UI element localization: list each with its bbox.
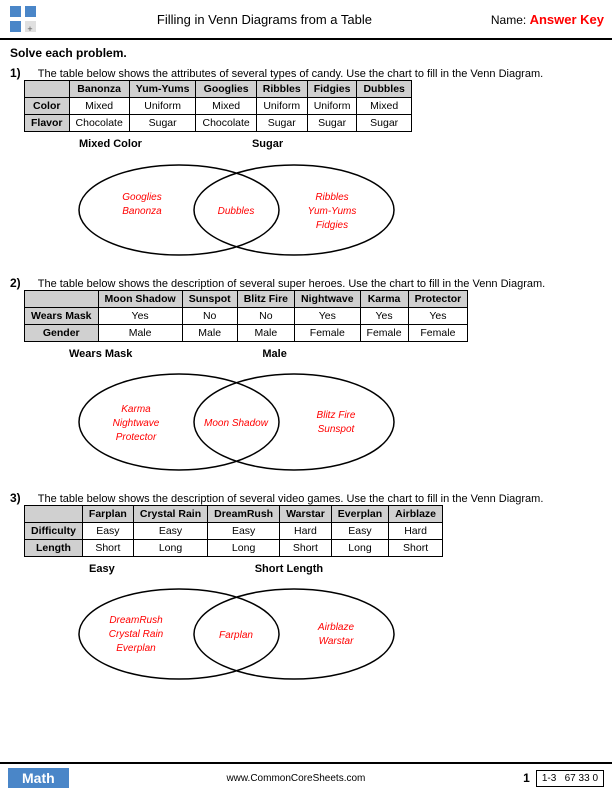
venn-1-svg: Googlies Banonza Dubbles Ribbles Yum-Yum… xyxy=(24,152,454,262)
venn-3-right-item-1: Airblaze xyxy=(317,622,355,633)
problem-1-text: The table below shows the attributes of … xyxy=(38,68,543,80)
problem-1: 1) The table below shows the attributes … xyxy=(10,66,602,262)
col-protector: Protector xyxy=(408,291,468,308)
problem-3-text: The table below shows the description of… xyxy=(38,493,544,505)
svg-text:+: + xyxy=(27,24,32,34)
col-header3 xyxy=(25,506,83,523)
row-difficulty: Difficulty xyxy=(25,523,83,540)
venn-1-center-item-1: Dubbles xyxy=(218,206,255,217)
venn-1-left-item-2: Banonza xyxy=(122,206,162,217)
problem-3: 3) The table below shows the description… xyxy=(10,491,602,687)
col-sunspot: Sunspot xyxy=(182,291,237,308)
col-everplan: Everplan xyxy=(331,506,388,523)
venn-3-svg: DreamRush Crystal Rain Everplan Farplan … xyxy=(24,577,454,687)
col-blitzfire: Blitz Fire xyxy=(237,291,294,308)
problem-2-num: 2) xyxy=(10,276,21,290)
answer-key: Answer Key xyxy=(530,12,604,27)
venn-2-left-item-2: Nightwave xyxy=(113,418,160,429)
venn-2: Wears Mask Male Karma Nightwave Protecto… xyxy=(24,348,602,477)
col-ribbles: Ribbles xyxy=(256,81,307,98)
venn-2-center-item-1: Moon Shadow xyxy=(204,418,269,429)
solve-label: Solve each problem. xyxy=(10,46,602,60)
name-label: Name: Answer Key xyxy=(491,12,604,27)
col-airblaze: Airblaze xyxy=(389,506,443,523)
header-logo: + xyxy=(8,4,38,34)
venn-3-left-label: Easy xyxy=(89,563,115,575)
footer: Math www.CommonCoreSheets.com 1 1-3 67 3… xyxy=(0,762,612,792)
problem-2: 2) The table below shows the description… xyxy=(10,276,602,477)
venn-1-labels: Mixed Color Sugar xyxy=(24,138,602,150)
footer-math-label: Math xyxy=(8,768,69,788)
venn-1-left-item-1: Googlies xyxy=(122,192,161,203)
row-wearsmask: Wears Mask xyxy=(25,308,99,325)
problem-1-num: 1) xyxy=(10,66,21,80)
footer-right: 1 1-3 67 33 0 xyxy=(523,770,604,787)
venn-2-right-item-2: Sunspot xyxy=(318,424,356,435)
venn-3-right-item-2: Warstar xyxy=(319,636,354,647)
row-flavor: Flavor xyxy=(25,115,70,132)
row-color: Color xyxy=(25,98,70,115)
row-length: Length xyxy=(25,540,83,557)
col-moonshadow: Moon Shadow xyxy=(98,291,182,308)
venn-2-svg: Karma Nightwave Protector Moon Shadow Bl… xyxy=(24,362,454,477)
venn-3: Easy Short Length DreamRush Crystal Rain… xyxy=(24,563,602,687)
col-fidgies: Fidgies xyxy=(307,81,357,98)
venn-3-left-item-2: Crystal Rain xyxy=(109,629,164,640)
col-warstar: Warstar xyxy=(280,506,332,523)
problem-2-table: Moon Shadow Sunspot Blitz Fire Nightwave… xyxy=(24,290,468,342)
col-googlies: Googlies xyxy=(196,81,256,98)
col-header2 xyxy=(25,291,99,308)
venn-2-right-label: Male xyxy=(262,348,286,360)
col-yumyums: Yum-Yums xyxy=(129,81,196,98)
footer-url: www.CommonCoreSheets.com xyxy=(69,773,523,784)
col-banonza: Banonza xyxy=(69,81,129,98)
footer-stats: 1-3 67 33 0 xyxy=(536,770,604,787)
row-gender: Gender xyxy=(25,325,99,342)
venn-2-left-item-3: Protector xyxy=(116,432,157,443)
main-content: Solve each problem. 1) The table below s… xyxy=(0,40,612,707)
venn-2-left-label: Wears Mask xyxy=(69,348,132,360)
footer-page: 1 xyxy=(523,771,530,785)
venn-3-center-item-1: Farplan xyxy=(219,630,253,641)
venn-1-right-item-1: Ribbles xyxy=(315,192,348,203)
venn-1: Mixed Color Sugar Googlies Banonza Dubbl… xyxy=(24,138,602,262)
col-dreamrush: DreamRush xyxy=(208,506,280,523)
col-farplan: Farplan xyxy=(82,506,133,523)
problem-3-table: Farplan Crystal Rain DreamRush Warstar E… xyxy=(24,505,443,557)
venn-3-labels: Easy Short Length xyxy=(24,563,602,575)
col-header xyxy=(25,81,70,98)
venn-2-right-item-1: Blitz Fire xyxy=(317,410,356,421)
problem-1-table: Banonza Yum-Yums Googlies Ribbles Fidgie… xyxy=(24,80,412,132)
venn-3-right-label: Short Length xyxy=(255,563,323,575)
venn-2-left-item-1: Karma xyxy=(121,404,151,415)
venn-3-left-item-3: Everplan xyxy=(116,643,156,654)
col-dubbles: Dubbles xyxy=(357,81,411,98)
problem-2-text: The table below shows the description of… xyxy=(38,278,546,290)
venn-1-right-item-3: Fidgies xyxy=(316,220,348,231)
venn-2-labels: Wears Mask Male xyxy=(24,348,602,360)
venn-3-left-item-1: DreamRush xyxy=(109,615,163,626)
venn-1-right-item-2: Yum-Yums xyxy=(308,206,357,217)
header: + Filling in Venn Diagrams from a Table … xyxy=(0,0,612,40)
page-title: Filling in Venn Diagrams from a Table xyxy=(38,12,491,27)
problem-3-num: 3) xyxy=(10,491,21,505)
col-crystalrain: Crystal Rain xyxy=(133,506,207,523)
venn-1-right-label: Sugar xyxy=(252,138,283,150)
venn-1-left-label: Mixed Color xyxy=(79,138,142,150)
col-nightwave: Nightwave xyxy=(295,291,361,308)
col-karma: Karma xyxy=(360,291,408,308)
